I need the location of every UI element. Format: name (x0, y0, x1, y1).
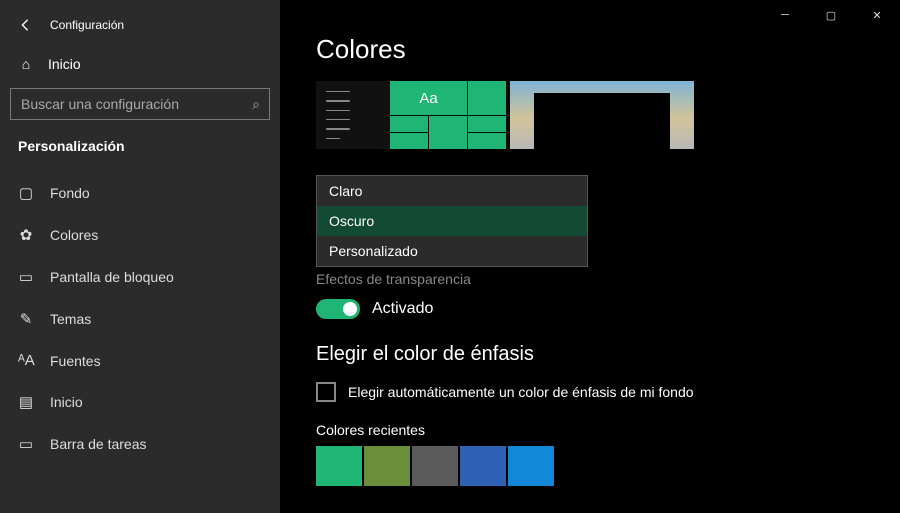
maximize-button[interactable]: ▢ (808, 0, 854, 30)
transparency-label: Efectos de transparencia (316, 271, 864, 287)
sidebar-item-temas[interactable]: ✎ Temas (0, 298, 280, 340)
sidebar-item-colores[interactable]: ✿ Colores (0, 214, 280, 256)
nav-icon: ▭ (18, 268, 34, 286)
accent-heading: Elegir el color de énfasis (316, 343, 864, 366)
dropdown-option-claro[interactable]: Claro (317, 176, 587, 206)
color-swatch[interactable] (508, 446, 554, 486)
sidebar-item-inicio[interactable]: ▤ Inicio (0, 381, 280, 423)
nav-icon: ✿ (18, 226, 34, 244)
transparency-toggle[interactable] (316, 299, 360, 319)
auto-accent-label: Elegir automáticamente un color de énfas… (348, 384, 694, 400)
nav-icon: ▢ (18, 184, 34, 202)
home-icon: ⌂ (18, 56, 34, 72)
section-label: Personalización (0, 132, 280, 168)
sidebar-item-barra-de-tareas[interactable]: ▭ Barra de tareas (0, 423, 280, 465)
nav-label: Temas (50, 311, 91, 327)
back-button[interactable] (14, 14, 36, 36)
nav-icon: ✎ (18, 310, 34, 328)
nav-icon: ▤ (18, 393, 34, 411)
sidebar-item-pantalla-de-bloqueo[interactable]: ▭ Pantalla de bloqueo (0, 256, 280, 298)
dropdown-option-oscuro[interactable]: Oscuro (317, 206, 587, 236)
titlebar-left: Configuración (0, 10, 280, 46)
toggle-state-label: Activado (372, 300, 433, 318)
color-mode-dropdown[interactable]: ClaroOscuroPersonalizado (316, 175, 588, 267)
nav-label: Barra de tareas (50, 436, 147, 452)
preview-panel-dark (316, 81, 390, 149)
page-title: Colores (316, 34, 864, 65)
sidebar: Configuración ⌂ Inicio ⌕ Personalización… (0, 0, 280, 513)
nav-label: Pantalla de bloqueo (50, 269, 174, 285)
nav-icon: ᴬA (18, 352, 34, 369)
nav-label: Fondo (50, 185, 90, 201)
close-button[interactable]: ✕ (854, 0, 900, 30)
auto-accent-checkbox[interactable] (316, 382, 336, 402)
color-preview: Aa (316, 81, 864, 149)
dropdown-option-personalizado[interactable]: Personalizado (317, 236, 587, 266)
color-swatch[interactable] (460, 446, 506, 486)
transparency-row: Activado (316, 299, 864, 319)
preview-tile-aa: Aa (390, 81, 467, 115)
home-nav[interactable]: ⌂ Inicio (0, 46, 280, 82)
home-label: Inicio (48, 56, 81, 72)
sidebar-item-fuentes[interactable]: ᴬA Fuentes (0, 340, 280, 381)
app-title: Configuración (50, 18, 124, 32)
recent-colors-label: Colores recientes (316, 422, 864, 438)
nav-label: Fuentes (50, 353, 101, 369)
nav-label: Inicio (50, 394, 83, 410)
recent-color-swatches (316, 446, 864, 486)
nav-label: Colores (50, 227, 98, 243)
preview-desktop (510, 81, 694, 149)
auto-accent-row[interactable]: Elegir automáticamente un color de énfas… (316, 382, 864, 402)
preview-start-tiles: Aa (390, 81, 510, 149)
main-content: ─ ▢ ✕ Colores Aa ClaroOscuroPersonalizad… (280, 0, 900, 513)
color-swatch[interactable] (412, 446, 458, 486)
window-controls: ─ ▢ ✕ (762, 0, 900, 30)
nav-icon: ▭ (18, 435, 34, 453)
color-swatch[interactable] (316, 446, 362, 486)
minimize-button[interactable]: ─ (762, 0, 808, 30)
color-swatch[interactable] (364, 446, 410, 486)
arrow-left-icon (18, 18, 32, 32)
search-area: ⌕ (0, 82, 280, 132)
sidebar-item-fondo[interactable]: ▢ Fondo (0, 172, 280, 214)
search-input[interactable] (10, 88, 270, 120)
